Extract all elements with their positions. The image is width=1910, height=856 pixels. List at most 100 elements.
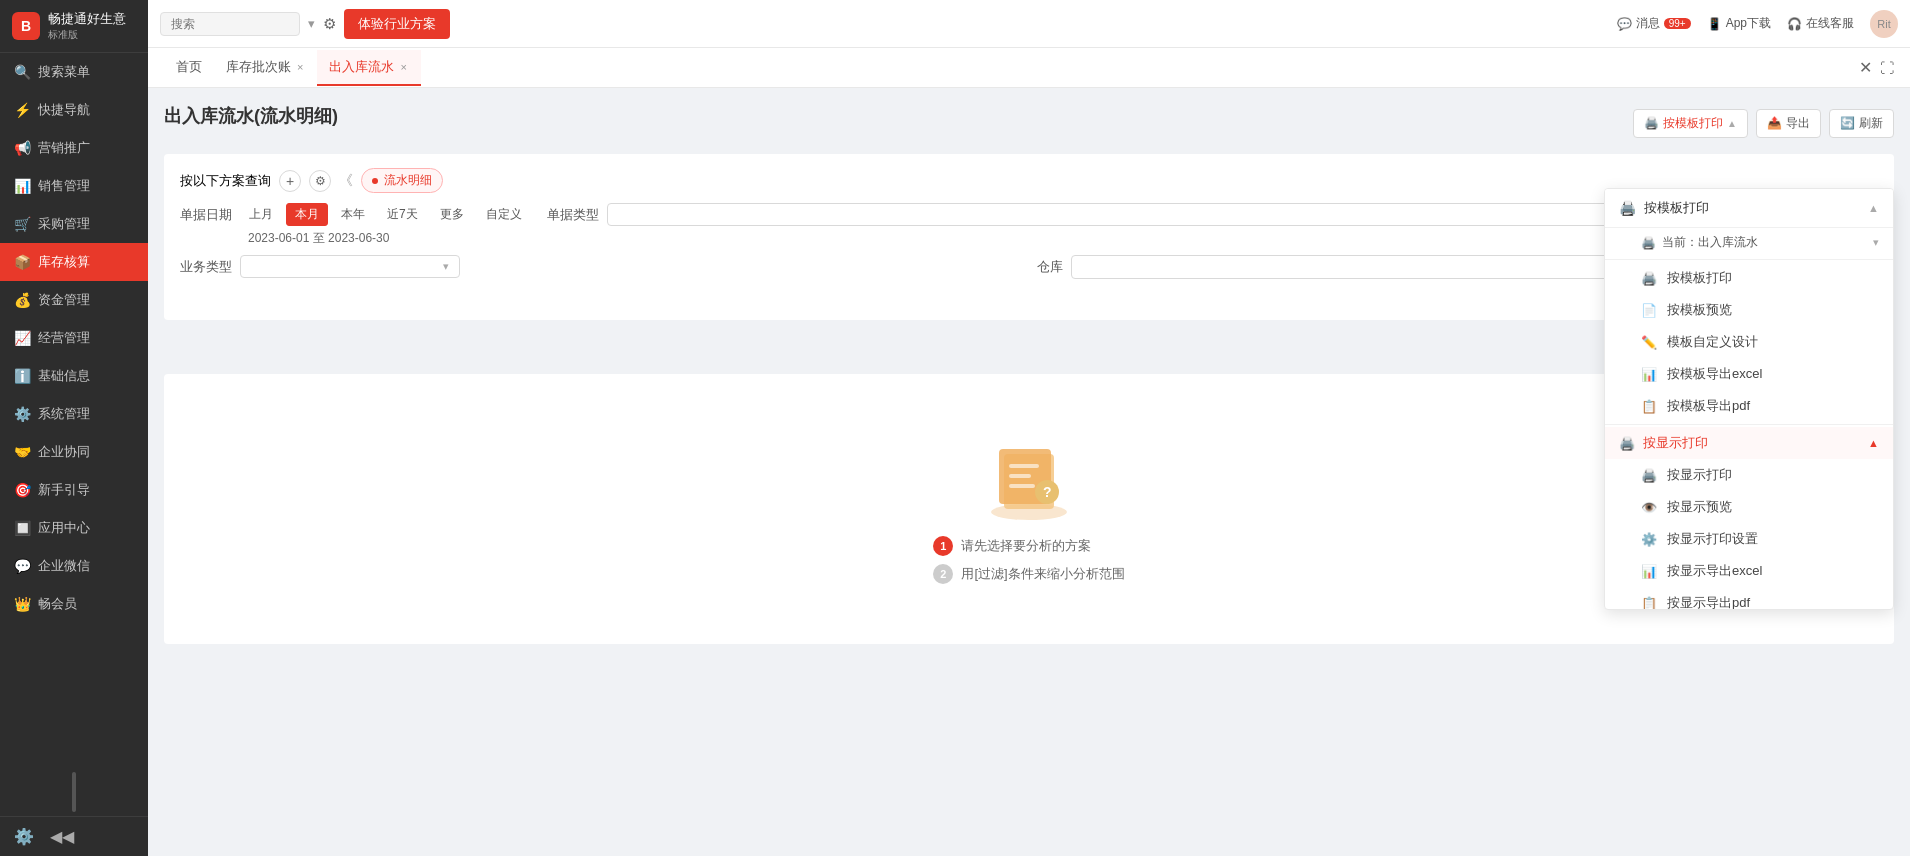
display-preview-label: 按显示预览 [1667, 498, 1732, 516]
tab-inventory[interactable]: 库存批次账 × [214, 50, 317, 86]
tab-inventory-close-icon[interactable]: × [295, 61, 305, 73]
date-btn-this-month[interactable]: 本月 [286, 203, 328, 226]
basic-info-icon: ℹ️ [14, 368, 30, 384]
topbar-right: 💬 消息 99+ 📱 App下载 🎧 在线客服 Rit [1617, 10, 1898, 38]
empty-illustration: ? [979, 434, 1079, 524]
filter-add-button[interactable]: + [279, 170, 301, 192]
voucher-type-label: 单据类型 [547, 206, 599, 224]
template-excel-label: 按模板导出excel [1667, 365, 1762, 383]
quick-nav-icon: ⚡ [14, 102, 30, 118]
date-btn-this-year[interactable]: 本年 [332, 203, 374, 226]
tab-home[interactable]: 首页 [164, 50, 214, 86]
topbar-gear-icon[interactable]: ⚙ [323, 15, 336, 33]
sidebar-item-guide[interactable]: 🎯 新手引导 [0, 471, 148, 509]
app-download-button[interactable]: 📱 App下载 [1707, 15, 1771, 32]
sidebar-item-system[interactable]: ⚙️ 系统管理 [0, 395, 148, 433]
export-btn[interactable]: 📤 导出 [1756, 109, 1821, 138]
display-print-label: 按显示打印 [1667, 466, 1732, 484]
dropdown-display-pdf[interactable]: 📋 按显示导出pdf [1605, 587, 1893, 609]
display-print-icon: 🖨️ [1641, 468, 1659, 483]
date-btn-custom[interactable]: 自定义 [477, 203, 531, 226]
business-type-field: 业务类型 ▾ [180, 255, 1021, 278]
topbar-search-chevron-icon[interactable]: ▾ [308, 16, 315, 31]
dropdown-template-preview[interactable]: 📄 按模板预览 [1605, 294, 1893, 326]
sidebar-item-sales[interactable]: 📊 销售管理 [0, 167, 148, 205]
date-btn-last-7[interactable]: 近7天 [378, 203, 427, 226]
date-btn-last-month[interactable]: 上月 [240, 203, 282, 226]
refresh-label: 刷新 [1859, 115, 1883, 132]
search-menu-icon: 🔍 [14, 64, 30, 80]
display-section-arrow-icon: ▲ [1868, 437, 1879, 449]
svg-rect-4 [1009, 474, 1031, 478]
message-label: 消息 [1636, 15, 1660, 32]
wechat-icon: 💬 [14, 558, 30, 574]
message-icon: 💬 [1617, 17, 1632, 31]
page-header-row: 出入库流水(流水明细) 🖨️ 按模板打印 ▲ 📤 导出 🔄 刷新 [164, 104, 1894, 142]
tabs-bar: 首页 库存批次账 × 出入库流水 × ✕ ⛶ [148, 48, 1910, 88]
topbar-search-input[interactable] [160, 12, 300, 36]
bottom-settings-icon[interactable]: ⚙️ [14, 827, 34, 846]
dropdown-template-custom[interactable]: ✏️ 模板自定义设计 [1605, 326, 1893, 358]
sidebar-item-marketing[interactable]: 📢 营销推广 [0, 129, 148, 167]
print-btn[interactable]: 🖨️ 按模板打印 ▲ [1633, 109, 1748, 138]
sidebar-item-operations[interactable]: 📈 经营管理 [0, 319, 148, 357]
topbar: ▾ ⚙ 体验行业方案 💬 消息 99+ 📱 App下载 🎧 在线客服 Rit [148, 0, 1910, 48]
industry-btn[interactable]: 体验行业方案 [344, 9, 450, 39]
export-icon: 📤 [1767, 116, 1782, 130]
sidebar-item-member[interactable]: 👑 畅会员 [0, 585, 148, 623]
sidebar-item-quick-nav[interactable]: ⚡ 快捷导航 [0, 91, 148, 129]
hint-text-1: 请先选择要分析的方案 [961, 537, 1091, 555]
dropdown-header[interactable]: 🖨️ 按模板打印 ▲ [1605, 189, 1893, 228]
bottom-collapse-icon[interactable]: ◀◀ [50, 827, 74, 846]
sidebar: B 畅捷通好生意 标准版 🔍 搜索菜单 ⚡ 快捷导航 📢 营销推广 📊 销售管理… [0, 0, 148, 856]
dropdown-display-settings[interactable]: ⚙️ 按显示打印设置 [1605, 523, 1893, 555]
tab-current[interactable]: 出入库流水 × [317, 50, 420, 86]
sidebar-item-app-center[interactable]: 🔲 应用中心 [0, 509, 148, 547]
business-type-label: 业务类型 [180, 258, 232, 276]
empty-hint-1: 1 请先选择要分析的方案 [933, 536, 1124, 556]
sidebar-item-search-menu[interactable]: 🔍 搜索菜单 [0, 53, 148, 91]
tabs-bar-right: ✕ ⛶ [1859, 58, 1894, 77]
dropdown-display-section[interactable]: 🖨️ 按显示打印 ▲ [1605, 427, 1893, 459]
filter-tag-dot [372, 178, 378, 184]
sidebar-item-inventory[interactable]: 📦 库存核算 [0, 243, 148, 281]
service-button[interactable]: 🎧 在线客服 [1787, 15, 1854, 32]
tab-current-close-icon[interactable]: × [398, 61, 408, 73]
svg-rect-3 [1009, 464, 1039, 468]
dropdown-display-section-left: 🖨️ 按显示打印 [1619, 434, 1708, 452]
date-label: 单据日期 [180, 206, 232, 224]
sidebar-item-finance[interactable]: 💰 资金管理 [0, 281, 148, 319]
dropdown-display-print[interactable]: 🖨️ 按显示打印 [1605, 459, 1893, 491]
divider-1 [1605, 259, 1893, 260]
filter-collapse-icon[interactable]: 《 [339, 172, 353, 190]
date-btn-more[interactable]: 更多 [431, 203, 473, 226]
tab-maximize-icon[interactable]: ⛶ [1880, 60, 1894, 76]
sidebar-item-basic-info[interactable]: ℹ️ 基础信息 [0, 357, 148, 395]
dropdown-current-template[interactable]: 🖨️ 当前：出入库流水 ▾ [1605, 228, 1893, 257]
sidebar-logo: B 畅捷通好生意 标准版 [0, 0, 148, 53]
dropdown-header-expand-icon: ▲ [1868, 202, 1879, 214]
warehouse-label: 仓库 [1037, 258, 1063, 276]
dropdown-display-preview[interactable]: 👁️ 按显示预览 [1605, 491, 1893, 523]
sidebar-item-enterprise[interactable]: 🤝 企业协同 [0, 433, 148, 471]
dropdown-template-print[interactable]: 🖨️ 按模板打印 [1605, 262, 1893, 294]
sidebar-item-purchase[interactable]: 🛒 采购管理 [0, 205, 148, 243]
dropdown-template-pdf[interactable]: 📋 按模板导出pdf [1605, 390, 1893, 422]
refresh-btn[interactable]: 🔄 刷新 [1829, 109, 1894, 138]
filter-settings-button[interactable]: ⚙ [309, 170, 331, 192]
dropdown-title: 按模板打印 [1644, 199, 1709, 217]
user-avatar[interactable]: Rit [1870, 10, 1898, 38]
dropdown-display-excel[interactable]: 📊 按显示导出excel [1605, 555, 1893, 587]
template-preview-label: 按模板预览 [1667, 301, 1732, 319]
dropdown-current-expand-icon: ▾ [1873, 236, 1879, 249]
date-range-text: 2023-06-01 至 2023-06-30 [248, 231, 389, 245]
display-excel-label: 按显示导出excel [1667, 562, 1762, 580]
message-button[interactable]: 💬 消息 99+ [1617, 15, 1691, 32]
sidebar-scrollbar[interactable] [72, 772, 76, 812]
business-type-select[interactable]: ▾ [240, 255, 460, 278]
display-excel-icon: 📊 [1641, 564, 1659, 579]
dropdown-template-excel[interactable]: 📊 按模板导出excel [1605, 358, 1893, 390]
sidebar-item-wechat[interactable]: 💬 企业微信 [0, 547, 148, 585]
filter-tag: 流水明细 [361, 168, 443, 193]
tab-close-main-icon[interactable]: ✕ [1859, 58, 1872, 77]
